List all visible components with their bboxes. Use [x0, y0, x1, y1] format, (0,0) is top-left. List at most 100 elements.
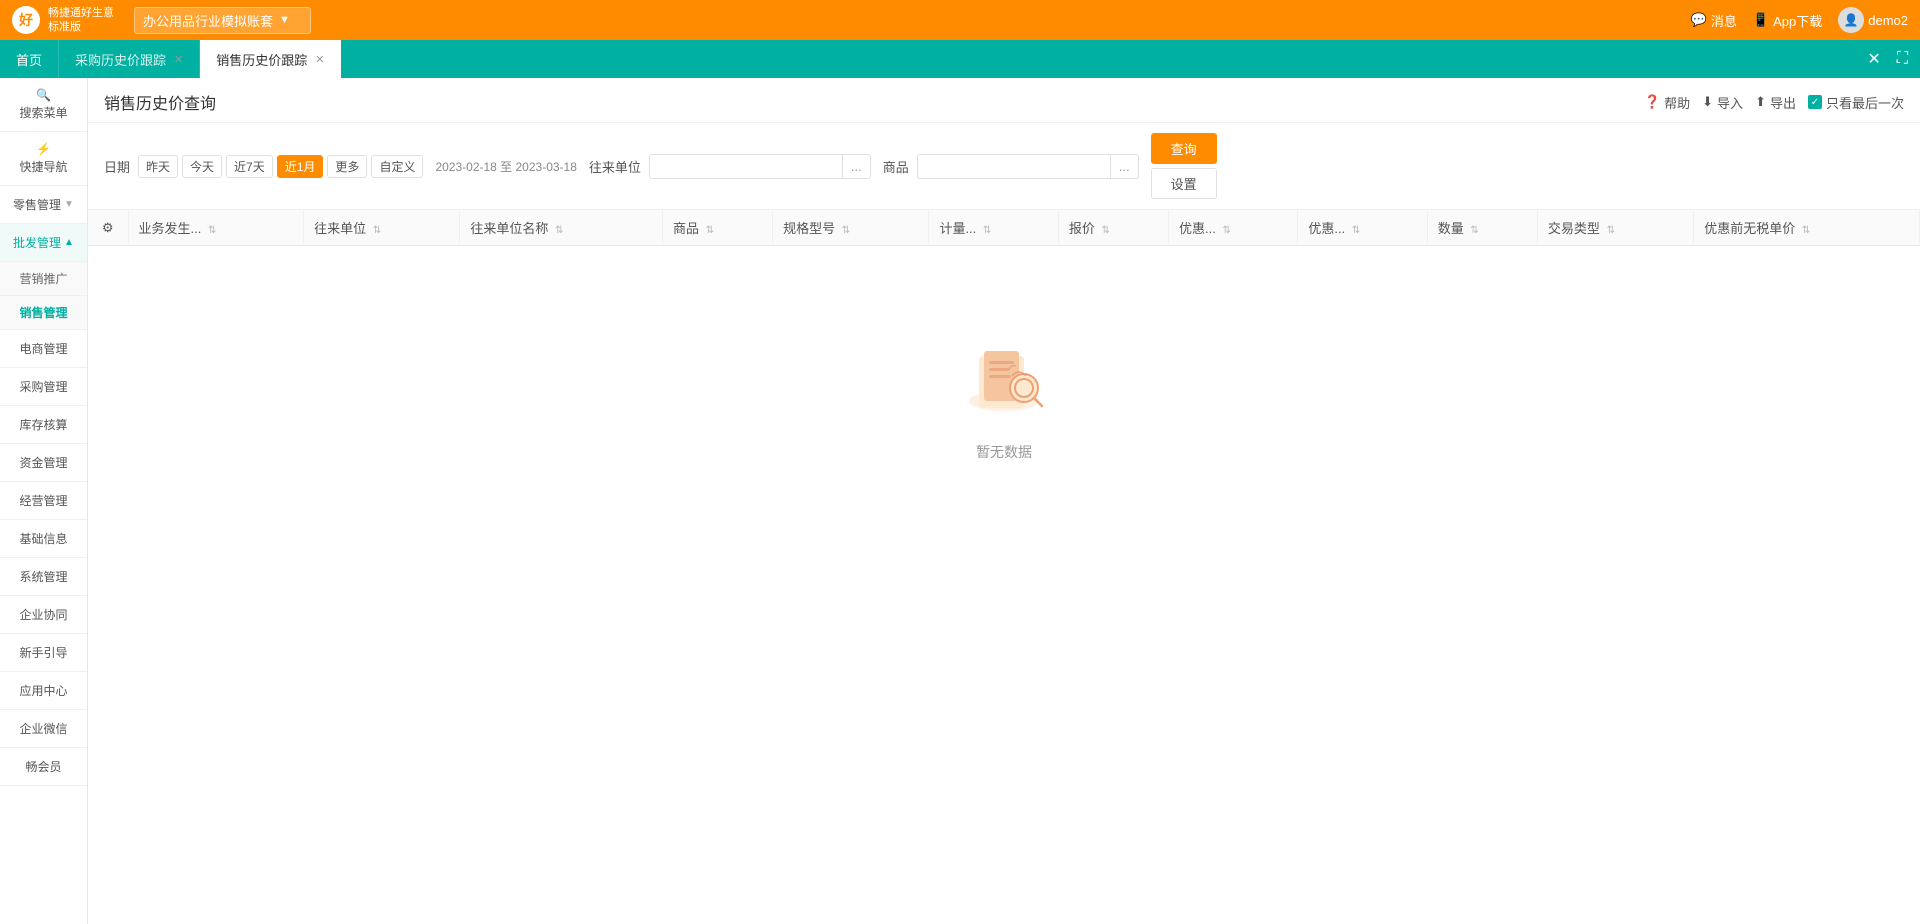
app-icon: 📱 — [1753, 12, 1769, 28]
th-quote[interactable]: 报价 ⇅ — [1058, 210, 1168, 246]
page-header-actions: ❓ 帮助 ⬇ 导入 ⬆ 导出 ✓ 只看最后一次 — [1644, 93, 1904, 112]
tab-home[interactable]: 首页 — [0, 40, 59, 78]
th-partner-code[interactable]: 往来单位 ⇅ — [304, 210, 460, 246]
search-icon: 🔍 — [36, 88, 51, 102]
page-header: 销售历史价查询 ❓ 帮助 ⬇ 导入 ⬆ 导出 ✓ — [88, 78, 1920, 123]
th-spec[interactable]: 规格型号 ⇅ — [773, 210, 929, 246]
avatar: 👤 — [1838, 7, 1864, 33]
date-btn-custom[interactable]: 自定义 — [371, 155, 423, 178]
import-btn[interactable]: ⬇ 导入 — [1702, 93, 1743, 112]
sidebar-sub-wholesale: 营销推广 销售管理 — [0, 262, 87, 330]
goods-input-group: ... — [917, 154, 1139, 179]
only-last-checkbox[interactable]: ✓ — [1808, 95, 1822, 109]
page-container: 销售历史价查询 ❓ 帮助 ⬇ 导入 ⬆ 导出 ✓ — [88, 78, 1920, 924]
th-goods[interactable]: 商品 ⇅ — [662, 210, 772, 246]
sidebar-item-marketing[interactable]: 营销推广 — [0, 262, 87, 296]
header-right: 💬 消息 📱 App下载 👤 demo2 — [1691, 7, 1908, 33]
tab-sales-history[interactable]: 销售历史价跟踪 ✕ — [200, 40, 341, 78]
sidebar-item-finance[interactable]: 资金管理 — [0, 444, 87, 482]
th-qty[interactable]: 数量 ⇅ — [1427, 210, 1537, 246]
query-button[interactable]: 查询 — [1151, 133, 1217, 164]
date-range-text: 2023-02-18 至 2023-03-18 — [435, 158, 576, 175]
tab-sales-close[interactable]: ✕ — [315, 53, 324, 66]
th-unit[interactable]: 计量... ⇅ — [929, 210, 1058, 246]
quicknav-icon: ⚡ — [36, 142, 51, 156]
sort-icon-discount2: ⇅ — [1352, 225, 1360, 236]
date-btn-yesterday[interactable]: 昨天 — [138, 155, 178, 178]
export-btn[interactable]: ⬆ 导出 — [1755, 93, 1796, 112]
th-discount2[interactable]: 优惠... ⇅ — [1298, 210, 1427, 246]
sort-icon-discount1: ⇅ — [1222, 225, 1230, 236]
table-container: ⚙ 业务发生... ⇅ 往来单位 ⇅ 往来单位名称 — [88, 210, 1920, 924]
partner-search-btn[interactable]: ... — [842, 155, 870, 178]
tab-maximize-btn[interactable]: ⛶ — [1893, 46, 1912, 72]
goods-filter-group: 商品 ... — [883, 154, 1139, 179]
goods-label: 商品 — [883, 157, 909, 176]
sidebar-item-appstore[interactable]: 应用中心 — [0, 672, 87, 710]
th-pretax-price[interactable]: 优惠前无税单价 ⇅ — [1694, 210, 1920, 246]
sidebar-item-ecommerce[interactable]: 电商管理 — [0, 330, 87, 368]
goods-search-btn[interactable]: ... — [1110, 155, 1138, 178]
logo-area: 好 畅捷通好生意 标准版 — [12, 6, 114, 35]
settings-button[interactable]: 设置 — [1151, 168, 1217, 199]
th-trade-type[interactable]: 交易类型 ⇅ — [1537, 210, 1693, 246]
only-last-checkbox-group[interactable]: ✓ 只看最后一次 — [1808, 93, 1904, 112]
tab-close-btn[interactable]: ✕ — [1863, 45, 1884, 73]
table-header: ⚙ 业务发生... ⇅ 往来单位 ⇅ 往来单位名称 — [88, 210, 1920, 246]
table-header-row: ⚙ 业务发生... ⇅ 往来单位 ⇅ 往来单位名称 — [88, 210, 1920, 246]
tab-bar: 首页 采购历史价跟踪 ✕ 销售历史价跟踪 ✕ ✕ ⛶ — [0, 40, 1920, 78]
sidebar-item-vip[interactable]: 畅会员 — [0, 748, 87, 786]
sort-icon-pretax-price: ⇅ — [1802, 225, 1810, 236]
export-icon: ⬆ — [1755, 94, 1766, 110]
sidebar-item-basic-info[interactable]: 基础信息 — [0, 520, 87, 558]
settings-icon[interactable]: ⚙ — [102, 220, 114, 235]
th-settings[interactable]: ⚙ — [88, 210, 128, 246]
empty-icon — [954, 326, 1054, 426]
sort-icon-partner-code: ⇅ — [373, 225, 381, 236]
main-layout: 🔍 搜索菜单 ⚡ 快捷导航 零售管理 ▼ 批发管理 ▲ 营销推广 销售管理 电商… — [0, 78, 1920, 924]
tab-purchase-close[interactable]: ✕ — [174, 53, 183, 66]
sidebar-item-wholesale[interactable]: 批发管理 ▲ — [0, 224, 87, 262]
date-label: 日期 — [104, 157, 130, 176]
logo-text: 畅捷通好生意 标准版 — [48, 6, 114, 35]
date-btn-today[interactable]: 今天 — [182, 155, 222, 178]
sidebar-item-quick-nav[interactable]: ⚡ 快捷导航 — [0, 132, 87, 186]
sidebar-item-wechat[interactable]: 企业微信 — [0, 710, 87, 748]
sort-icon-biz-date: ⇅ — [208, 225, 216, 236]
logo-icon: 好 — [12, 6, 40, 34]
help-btn[interactable]: ❓ 帮助 — [1644, 93, 1690, 112]
user-btn[interactable]: 👤 demo2 — [1838, 7, 1908, 33]
sidebar-item-sales-mgmt[interactable]: 销售管理 — [0, 296, 87, 330]
sidebar-item-purchase[interactable]: 采购管理 — [0, 368, 87, 406]
sidebar-item-search-menu[interactable]: 🔍 搜索菜单 — [0, 78, 87, 132]
sidebar-item-system[interactable]: 系统管理 — [0, 558, 87, 596]
tab-purchase-history[interactable]: 采购历史价跟踪 ✕ — [59, 40, 200, 78]
th-biz-date[interactable]: 业务发生... ⇅ — [128, 210, 304, 246]
partner-input-group: ... — [649, 154, 871, 179]
date-btn-1month[interactable]: 近1月 — [277, 155, 324, 178]
th-partner-name[interactable]: 往来单位名称 ⇅ — [460, 210, 663, 246]
goods-input[interactable] — [918, 155, 1110, 178]
sidebar-item-retail[interactable]: 零售管理 ▼ — [0, 186, 87, 224]
app-download-btn[interactable]: 📱 App下载 — [1753, 11, 1822, 30]
sort-icon-qty: ⇅ — [1470, 225, 1478, 236]
partner-input[interactable] — [650, 155, 842, 178]
sidebar-item-inventory[interactable]: 库存核算 — [0, 406, 87, 444]
sort-icon-spec: ⇅ — [842, 225, 850, 236]
sort-icon-quote: ⇅ — [1101, 225, 1109, 236]
date-btn-more[interactable]: 更多 — [327, 155, 367, 178]
date-buttons: 昨天 今天 近7天 近1月 更多 自定义 — [138, 155, 423, 178]
sidebar-item-guide[interactable]: 新手引导 — [0, 634, 87, 672]
th-discount1[interactable]: 优惠... ⇅ — [1168, 210, 1297, 246]
action-btns: 查询 设置 — [1151, 133, 1217, 199]
data-table: ⚙ 业务发生... ⇅ 往来单位 ⇅ 往来单位名称 — [88, 210, 1920, 246]
partner-label: 往来单位 — [589, 157, 641, 176]
message-btn[interactable]: 💬 消息 — [1691, 11, 1737, 30]
chevron-down-icon: ▼ — [279, 14, 290, 26]
empty-text: 暂无数据 — [976, 442, 1032, 462]
date-btn-7days[interactable]: 近7天 — [226, 155, 273, 178]
tab-bar-actions: ✕ ⛶ — [1863, 45, 1920, 73]
sidebar-item-enterprise[interactable]: 企业协同 — [0, 596, 87, 634]
company-selector[interactable]: 办公用品行业模拟账套 ▼ — [134, 7, 311, 34]
sidebar-item-operation[interactable]: 经营管理 — [0, 482, 87, 520]
